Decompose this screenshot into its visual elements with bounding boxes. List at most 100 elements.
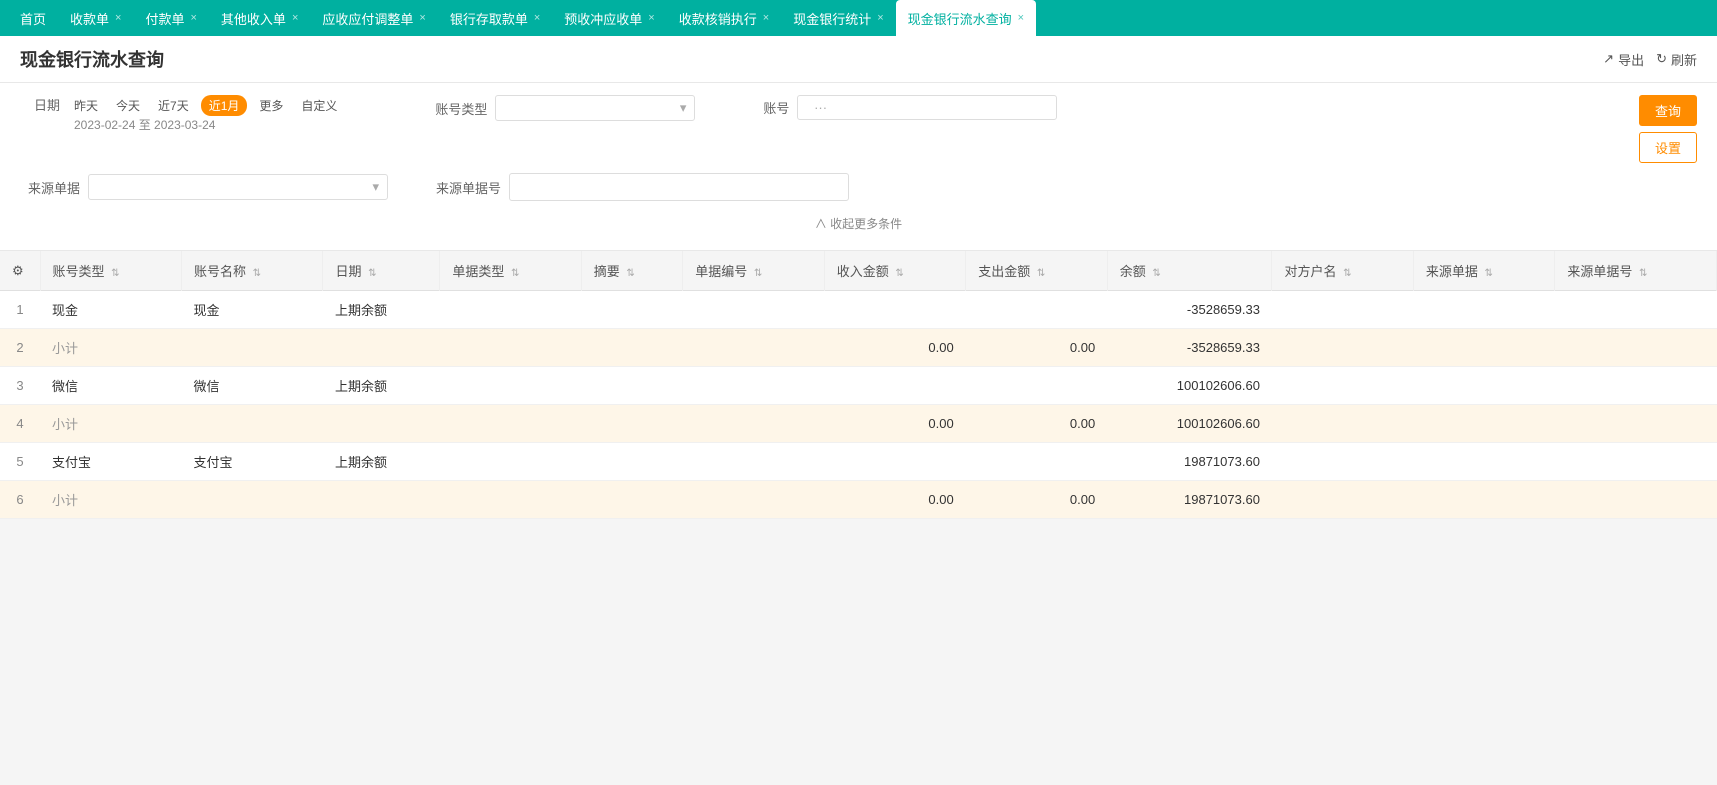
cell-doc-type [440, 405, 581, 443]
table-row[interactable]: 4小计0.000.00100102606.60 [0, 405, 1717, 443]
refresh-icon: ↻ [1656, 51, 1667, 67]
col-source-doc-no[interactable]: 来源单据号 ⇅ [1555, 251, 1717, 291]
col-income[interactable]: 收入金额 ⇅ [824, 251, 965, 291]
data-table: ⚙ 账号类型 ⇅ 账号名称 ⇅ 日期 ⇅ 单据类型 ⇅ 摘要 ⇅ 单据编号 ⇅ … [0, 251, 1717, 519]
sort-summary-icon: ⇅ [626, 268, 634, 279]
cell-index: 1 [0, 291, 40, 329]
cell-doc-no [683, 367, 824, 405]
cell-account-type: 现金 [40, 291, 181, 329]
nav-advance-close[interactable]: × [648, 12, 654, 24]
cell-expense [966, 367, 1107, 405]
query-button[interactable]: 查询 [1639, 95, 1697, 126]
sort-doc-type-icon: ⇅ [511, 268, 519, 279]
nav-adjustment[interactable]: 应收应付调整单 × [310, 0, 437, 36]
account-no-select[interactable]: ··· [797, 95, 1057, 120]
source-doc-arrow-icon: ▾ [372, 179, 379, 195]
nav-advance[interactable]: 预收冲应收单 × [552, 0, 666, 36]
cell-date [323, 405, 440, 443]
col-gear[interactable]: ⚙ [0, 251, 40, 291]
col-doc-type[interactable]: 单据类型 ⇅ [440, 251, 581, 291]
cell-summary [581, 443, 683, 481]
cell-balance: 100102606.60 [1107, 367, 1272, 405]
collapse-icon: ∧ [815, 217, 830, 231]
col-account-name[interactable]: 账号名称 ⇅ [181, 251, 322, 291]
source-doc-no-input[interactable] [509, 173, 849, 201]
date-options: 昨天 今天 近7天 近1月 更多 自定义 [68, 95, 343, 116]
col-balance[interactable]: 余额 ⇅ [1107, 251, 1272, 291]
col-source-doc[interactable]: 来源单据 ⇅ [1413, 251, 1554, 291]
nav-other-income[interactable]: 其他收入单 × [209, 0, 310, 36]
nav-cash-flow-close[interactable]: × [1018, 12, 1024, 24]
cell-income: 0.00 [824, 329, 965, 367]
top-nav: 首页 收款单 × 付款单 × 其他收入单 × 应收应付调整单 × 银行存取款单 … [0, 0, 1717, 36]
nav-payment[interactable]: 付款单 × [133, 0, 208, 36]
cell-source-doc-no [1555, 405, 1717, 443]
cell-counterparty [1272, 291, 1413, 329]
cell-doc-no [683, 443, 824, 481]
date-opt-1month[interactable]: 近1月 [201, 95, 248, 116]
col-account-type[interactable]: 账号类型 ⇅ [40, 251, 181, 291]
sort-doc-no-icon: ⇅ [754, 268, 762, 279]
cell-date [323, 481, 440, 519]
nav-receipt[interactable]: 收款单 × [58, 0, 133, 36]
date-opt-more[interactable]: 更多 [253, 95, 289, 116]
col-summary[interactable]: 摘要 ⇅ [581, 251, 683, 291]
sort-counterparty-icon: ⇅ [1343, 268, 1351, 279]
cell-income: 0.00 [824, 481, 965, 519]
account-no-dots[interactable]: ··· [810, 100, 831, 115]
cell-balance: -3528659.33 [1107, 329, 1272, 367]
table-row[interactable]: 1现金现金上期余额-3528659.33 [0, 291, 1717, 329]
collapse-bar[interactable]: ∧ 收起更多条件 [20, 209, 1697, 238]
date-opt-today[interactable]: 今天 [110, 95, 146, 116]
date-opt-7days[interactable]: 近7天 [152, 95, 195, 116]
cell-source-doc [1413, 481, 1554, 519]
col-expense[interactable]: 支出金额 ⇅ [966, 251, 1107, 291]
nav-receipt-close[interactable]: × [115, 12, 121, 24]
cell-expense: 0.00 [966, 329, 1107, 367]
cell-account-type: 小计 [40, 481, 181, 519]
nav-cash-stats-close[interactable]: × [877, 12, 883, 24]
cell-source-doc [1413, 329, 1554, 367]
cell-index: 3 [0, 367, 40, 405]
account-type-select[interactable]: ▾ [495, 95, 695, 121]
date-opt-yesterday[interactable]: 昨天 [68, 95, 104, 116]
source-doc-no-label: 来源单据号 [436, 178, 501, 197]
cell-income [824, 367, 965, 405]
cell-account-name [181, 481, 322, 519]
cell-expense [966, 291, 1107, 329]
nav-cash-flow[interactable]: 现金银行流水查询 × [896, 0, 1036, 36]
page-header: 现金银行流水查询 ↗ 导出 ↻ 刷新 [0, 36, 1717, 83]
cell-source-doc-no [1555, 329, 1717, 367]
table-row[interactable]: 3微信微信上期余额100102606.60 [0, 367, 1717, 405]
nav-adjustment-close[interactable]: × [419, 12, 425, 24]
gear-icon[interactable]: ⚙ [12, 263, 24, 278]
col-counterparty[interactable]: 对方户名 ⇅ [1272, 251, 1413, 291]
cell-counterparty [1272, 481, 1413, 519]
account-no-label: 账号 [759, 98, 789, 117]
nav-cash-stats[interactable]: 现金银行统计 × [781, 0, 895, 36]
col-doc-no[interactable]: 单据编号 ⇅ [683, 251, 824, 291]
nav-bank-deposit[interactable]: 银行存取款单 × [438, 0, 552, 36]
nav-other-income-close[interactable]: × [292, 12, 298, 24]
cell-counterparty [1272, 443, 1413, 481]
table-row[interactable]: 2小计0.000.00-3528659.33 [0, 329, 1717, 367]
cell-source-doc [1413, 291, 1554, 329]
sort-date-icon: ⇅ [368, 268, 376, 279]
cell-account-name [181, 405, 322, 443]
table-row[interactable]: 6小计0.000.0019871073.60 [0, 481, 1717, 519]
nav-bank-deposit-close[interactable]: × [534, 12, 540, 24]
cell-summary [581, 367, 683, 405]
cell-doc-no [683, 405, 824, 443]
table-row[interactable]: 5支付宝支付宝上期余额19871073.60 [0, 443, 1717, 481]
source-doc-select[interactable]: ▾ [88, 174, 388, 200]
col-date[interactable]: 日期 ⇅ [323, 251, 440, 291]
source-doc-value [97, 180, 101, 195]
date-opt-custom[interactable]: 自定义 [295, 95, 343, 116]
nav-verify-close[interactable]: × [763, 12, 769, 24]
refresh-button[interactable]: ↻ 刷新 [1656, 50, 1697, 69]
nav-verify[interactable]: 收款核销执行 × [667, 0, 781, 36]
settings-button[interactable]: 设置 [1639, 132, 1697, 163]
nav-home[interactable]: 首页 [8, 0, 58, 36]
nav-payment-close[interactable]: × [190, 12, 196, 24]
export-button[interactable]: ↗ 导出 [1603, 50, 1644, 69]
